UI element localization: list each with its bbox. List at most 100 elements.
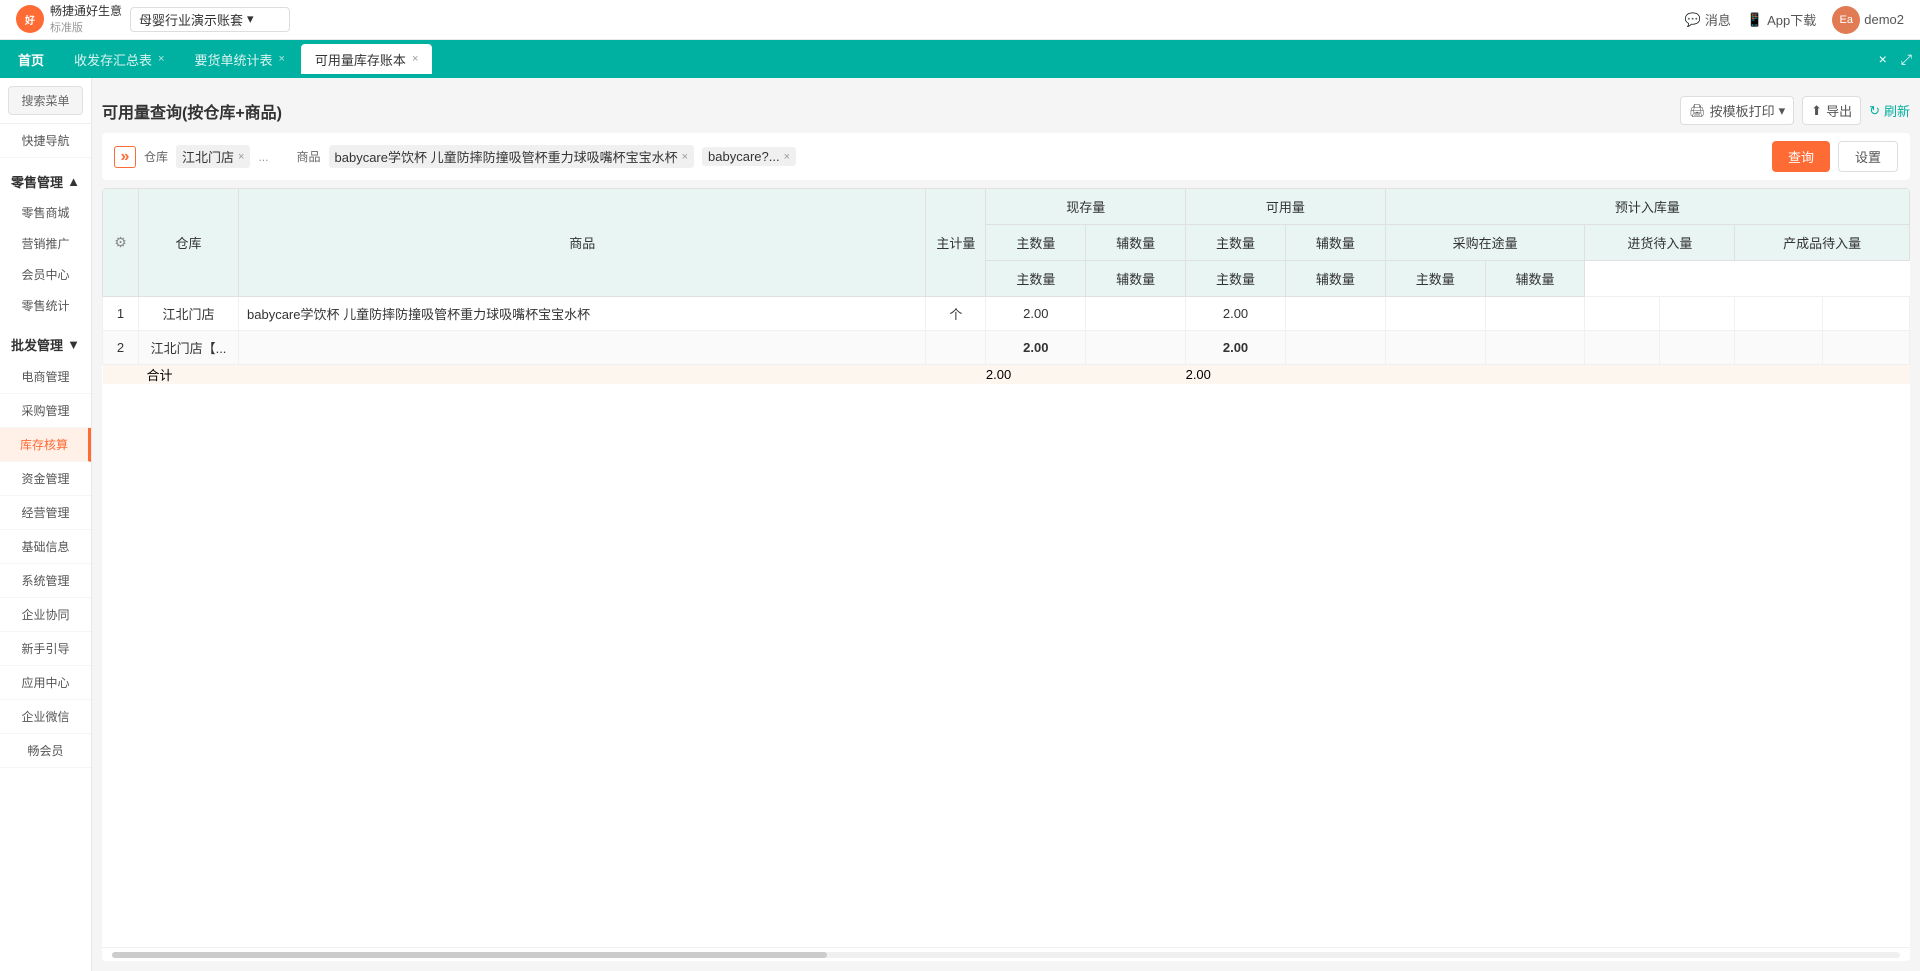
- horizontal-scrollbar[interactable]: [112, 952, 1900, 958]
- tab-close-order[interactable]: ×: [278, 53, 284, 65]
- row2-finished-main: [1735, 331, 1822, 365]
- product-tag-1-close[interactable]: ×: [682, 151, 688, 163]
- tab-close-receive[interactable]: ×: [158, 53, 164, 65]
- sidebar-item-member[interactable]: 畅会员: [0, 734, 91, 768]
- col-warehouse-header: 仓库: [139, 189, 239, 297]
- row2-incoming-aux: [1660, 331, 1735, 365]
- sidebar-item-ecommerce[interactable]: 电商管理: [0, 360, 91, 394]
- tab-available-stock[interactable]: 可用量库存账本 ×: [301, 44, 432, 74]
- search-menu-btn[interactable]: 搜索菜单: [8, 86, 83, 115]
- sidebar-item-operation[interactable]: 经营管理: [0, 496, 91, 530]
- row1-incoming-aux: [1660, 297, 1735, 331]
- col-stock-aux-header: 辅数量: [1086, 225, 1186, 261]
- warehouse-tag-close[interactable]: ×: [238, 151, 244, 163]
- print-template-btn[interactable]: 🖨 按模板打印 ▾: [1680, 96, 1794, 125]
- tab-bar: 首页 收发存汇总表 × 要货单统计表 × 可用量库存账本 × × ⤢: [0, 40, 1920, 78]
- row1-purchase-main: [1385, 297, 1485, 331]
- sidebar-item-guide[interactable]: 新手引导: [0, 632, 91, 666]
- account-selector[interactable]: 母婴行业演示账套 ▾: [130, 7, 290, 32]
- sidebar-item-retail-mall[interactable]: 零售商城: [0, 197, 91, 228]
- logo-icon: 好: [16, 5, 44, 33]
- sidebar-item-retail-promo[interactable]: 营销推广: [0, 228, 91, 259]
- avatar: Ea: [1832, 6, 1860, 34]
- summary-avail-aux: [1285, 365, 1385, 385]
- sidebar-item-retail-stats[interactable]: 零售统计: [0, 290, 91, 321]
- table-scroll[interactable]: ⚙ 仓库 商品 主计量 现存量 可用量 预计入库量 主数量 辅数量: [102, 188, 1910, 947]
- page-title: 可用量查询(按仓库+商品): [102, 99, 282, 123]
- tab-close-available[interactable]: ×: [412, 53, 418, 65]
- summary-row: 合计 2.00 2.00: [103, 365, 1910, 385]
- tab-close-all-btn[interactable]: ×: [1875, 49, 1891, 70]
- summary-empty1: [103, 365, 139, 385]
- row2-product: [239, 331, 926, 365]
- query-btn[interactable]: 查询: [1772, 141, 1830, 172]
- col-purchase-transit-main: 主数量: [986, 261, 1086, 297]
- row1-num: 1: [103, 297, 139, 331]
- sidebar-item-quick-nav[interactable]: 快捷导航: [0, 124, 91, 158]
- product-filter-tag-2: babycare?... ×: [702, 147, 796, 166]
- refresh-btn[interactable]: ↻ 刷新: [1869, 101, 1910, 120]
- sidebar-item-purchase[interactable]: 采购管理: [0, 394, 91, 428]
- row2-num: 2: [103, 331, 139, 365]
- wholesale-label: 批发管理: [11, 335, 63, 354]
- tab-expand-btn[interactable]: ⤢: [1897, 49, 1916, 70]
- top-bar-left: 好 畅捷通好生意 标准版 母婴行业演示账套 ▾: [16, 4, 290, 34]
- row1-warehouse: 江北门店: [139, 297, 239, 331]
- tab-receive-summary[interactable]: 收发存汇总表 ×: [60, 44, 178, 74]
- row2-unit: [926, 331, 986, 365]
- filter-expand-btn[interactable]: »: [114, 146, 136, 168]
- scrollbar-thumb: [112, 952, 827, 958]
- logo-text: 畅捷通好生意 标准版: [50, 4, 122, 34]
- summary-finished-aux: [1822, 365, 1909, 385]
- user-profile[interactable]: Ea demo2: [1832, 6, 1904, 34]
- tab-order-stats[interactable]: 要货单统计表 ×: [180, 44, 298, 74]
- sidebar-section-retail-header[interactable]: 零售管理 ▲: [0, 166, 91, 197]
- page-actions: 🖨 按模板打印 ▾ ⬆ 导出 ↻ 刷新: [1680, 96, 1910, 125]
- settings-gear-icon[interactable]: ⚙: [114, 234, 127, 250]
- summary-stock-aux: [1086, 365, 1186, 385]
- warehouse-more[interactable]: ...: [258, 150, 268, 164]
- export-icon: ⬆: [1811, 103, 1822, 119]
- sidebar-item-inventory[interactable]: 库存核算: [0, 428, 91, 462]
- sidebar-item-member-center[interactable]: 会员中心: [0, 259, 91, 290]
- tab-home[interactable]: 首页: [4, 44, 58, 74]
- main-layout: 搜索菜单 快捷导航 零售管理 ▲ 零售商城 营销推广 会员中心 零售统计 批发管…: [0, 78, 1920, 971]
- sidebar-item-wechat[interactable]: 企业微信: [0, 700, 91, 734]
- col-unit-header: 主计量: [926, 189, 986, 297]
- sidebar-item-enterprise[interactable]: 企业协同: [0, 598, 91, 632]
- row2-avail-main: 2.00: [1186, 331, 1286, 365]
- sidebar-item-system[interactable]: 系统管理: [0, 564, 91, 598]
- table-row: 1 江北门店 babycare学饮杯 儿童防摔防撞吸管杯重力球吸嘴杯宝宝水杯 个…: [103, 297, 1910, 331]
- app-download-btn[interactable]: 📱 App下载: [1747, 10, 1816, 29]
- print-dropdown-icon: ▾: [1779, 103, 1786, 119]
- message-icon: 💬: [1685, 12, 1701, 28]
- col-avail-main-header: 主数量: [1186, 225, 1286, 261]
- sidebar-item-finance[interactable]: 资金管理: [0, 462, 91, 496]
- summary-avail-main: 2.00: [1186, 365, 1286, 385]
- sidebar-item-appstore[interactable]: 应用中心: [0, 666, 91, 700]
- export-btn[interactable]: ⬆ 导出: [1802, 96, 1861, 125]
- product-filter-tag-1: babycare学饮杯 儿童防摔防撞吸管杯重力球吸嘴杯宝宝水杯 ×: [329, 145, 695, 168]
- summary-purchase-main: [1385, 365, 1485, 385]
- product-tag-2-close[interactable]: ×: [784, 151, 790, 163]
- sidebar-item-basic[interactable]: 基础信息: [0, 530, 91, 564]
- row1-stock-aux: [1086, 297, 1186, 331]
- sidebar-section-wholesale-header[interactable]: 批发管理 ▼: [0, 329, 91, 360]
- col-purchase-transit-header: 采购在途量: [1385, 225, 1585, 261]
- col-incoming-header: 进货待入量: [1585, 225, 1735, 261]
- col-estimated-header: 预计入库量: [1385, 189, 1909, 225]
- summary-incoming-aux: [1660, 365, 1735, 385]
- tab-bar-right: × ⤢: [1875, 49, 1916, 70]
- row1-finished-main: [1735, 297, 1822, 331]
- row1-unit: 个: [926, 297, 986, 331]
- retail-label: 零售管理: [11, 172, 63, 191]
- table-container: ⚙ 仓库 商品 主计量 现存量 可用量 预计入库量 主数量 辅数量: [102, 188, 1910, 961]
- col-finished-header: 产成品待入量: [1735, 225, 1910, 261]
- message-btn[interactable]: 💬 消息: [1685, 10, 1731, 29]
- row1-purchase-aux: [1485, 297, 1585, 331]
- settings-btn[interactable]: 设置: [1838, 141, 1898, 172]
- col-settings-header: ⚙: [103, 189, 139, 297]
- col-finished-main: 主数量: [1385, 261, 1485, 297]
- retail-arrow-icon: ▲: [67, 174, 80, 189]
- summary-purchase-aux: [1485, 365, 1585, 385]
